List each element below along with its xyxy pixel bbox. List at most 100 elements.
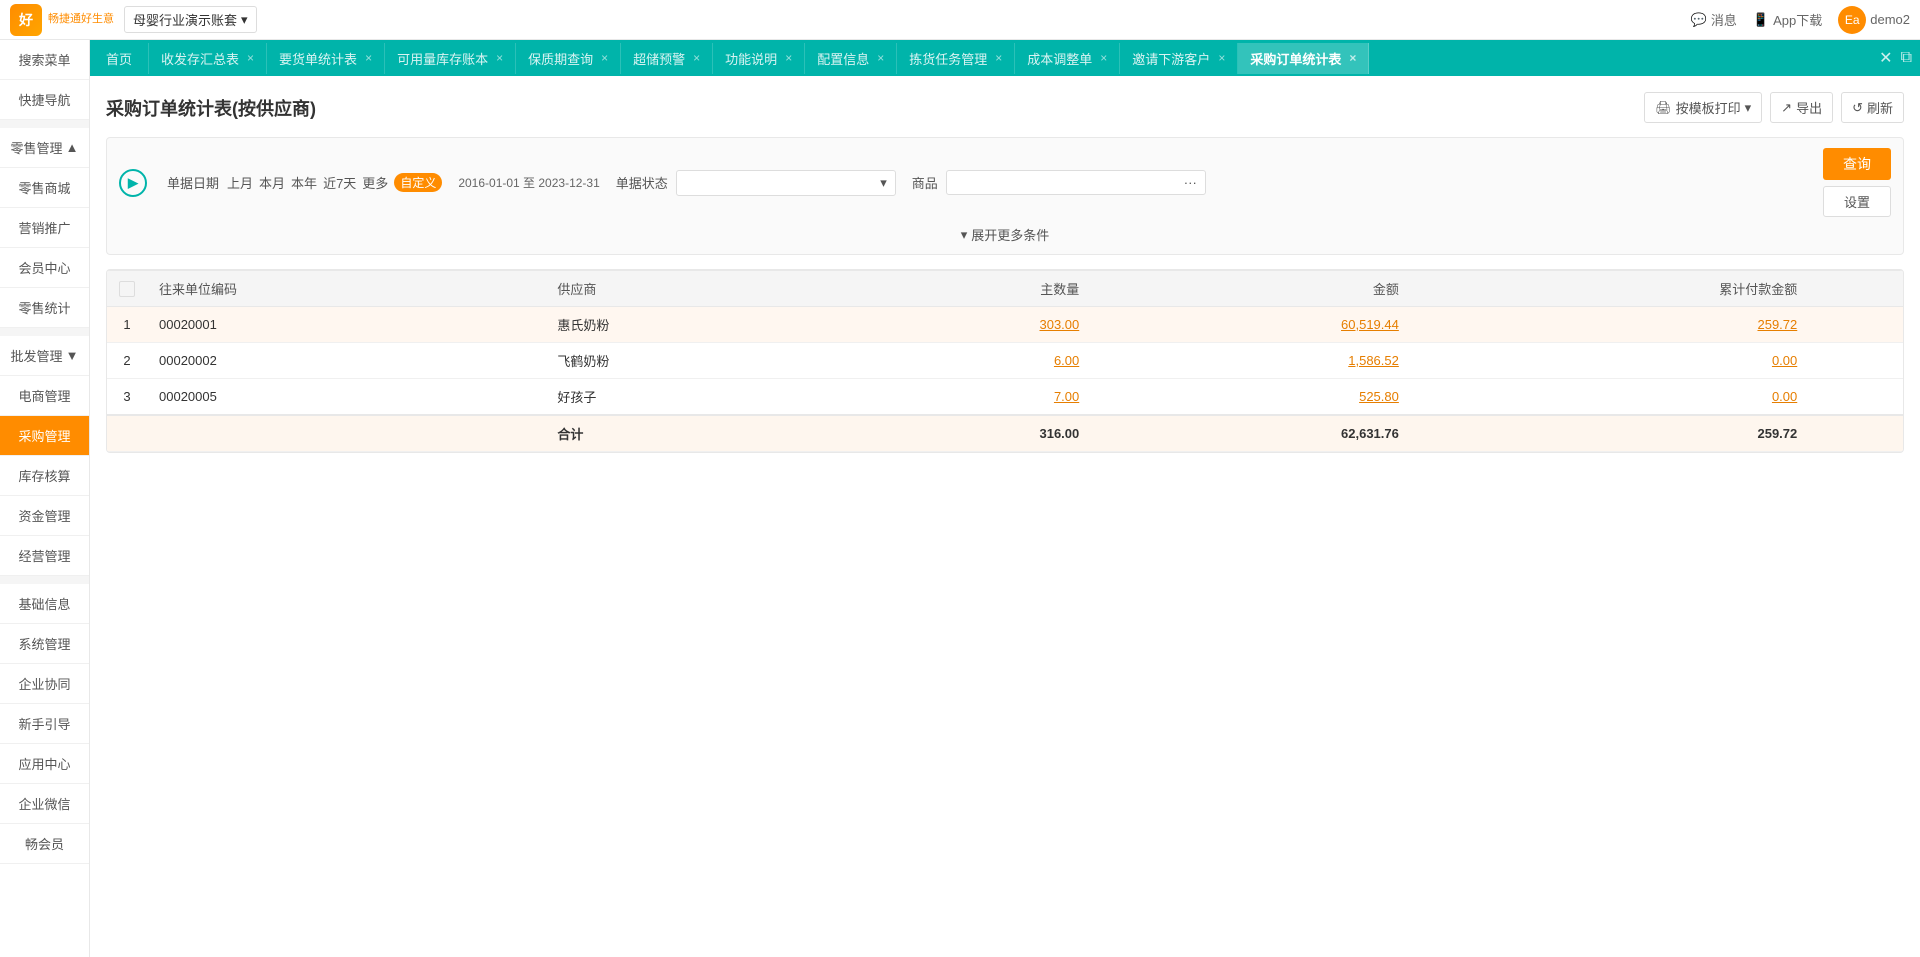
shortcut-more[interactable]: 更多 (362, 173, 388, 192)
sidebar-item-basic[interactable]: 基础信息 (0, 584, 89, 624)
row-paid[interactable]: 0.00 (1411, 343, 1809, 379)
footer-empty-2 (147, 415, 545, 452)
logo-icon: 好 (10, 4, 42, 36)
sidebar-item-inventory[interactable]: 库存核算 (0, 456, 89, 496)
tab-window-button[interactable]: ⧉ (1901, 49, 1912, 67)
sidebar-item-system[interactable]: 系统管理 (0, 624, 89, 664)
status-filter-label: 单据状态 (616, 173, 668, 192)
tab-collect-summary[interactable]: 收发存汇总表 × (149, 43, 267, 74)
row-code: 00020005 (147, 379, 545, 416)
header-checkbox[interactable] (119, 281, 135, 297)
table-footer-row: 合计 316.00 62,631.76 259.72 (107, 415, 1903, 452)
row-qty[interactable]: 7.00 (842, 379, 1091, 416)
tab-collect-summary-close[interactable]: × (247, 51, 254, 65)
sidebar-item-purchase[interactable]: 采购管理 (0, 416, 89, 456)
tab-close-all-button[interactable]: ✕ (1879, 48, 1892, 68)
tab-function-desc[interactable]: 功能说明 × (713, 43, 805, 74)
tab-pick-tasks[interactable]: 拣货任务管理 × (897, 43, 1015, 74)
sidebar-item-search[interactable]: 搜索菜单 (0, 40, 89, 80)
sidebar-item-retail-shop[interactable]: 零售商城 (0, 168, 89, 208)
user-area[interactable]: Ea demo2 (1838, 6, 1910, 34)
logo-text: 畅捷通好生意 (48, 13, 114, 26)
filter-goods-item: 商品 ··· (912, 170, 1206, 195)
table-row: 1 00020001 惠氏奶粉 303.00 60,519.44 259.72 (107, 307, 1903, 343)
row-code: 00020002 (147, 343, 545, 379)
sidebar-item-shortcuts[interactable]: 快捷导航 (0, 80, 89, 120)
tab-invite-downstream[interactable]: 邀请下游客户 × (1120, 43, 1238, 74)
workspace-selector[interactable]: 母婴行业演示账套 ▾ (124, 6, 257, 33)
data-table: 往来单位编码 供应商 主数量 金额 累计付款金额 1 00020001 惠氏奶粉 (107, 270, 1903, 452)
tab-cost-adjust-close[interactable]: × (1100, 51, 1107, 65)
message-icon: 💬 (1691, 12, 1707, 28)
row-extra (1809, 379, 1903, 416)
export-button[interactable]: ↗ 导出 (1770, 92, 1833, 123)
sidebar-item-retail[interactable]: 零售管理 ▲ (0, 128, 89, 168)
tab-config[interactable]: 配置信息 × (805, 43, 897, 74)
row-paid[interactable]: 259.72 (1411, 307, 1809, 343)
message-button[interactable]: 💬 消息 (1691, 10, 1737, 29)
shortcut-last-month[interactable]: 上月 (227, 173, 253, 192)
refresh-button[interactable]: ↺ 刷新 (1841, 92, 1904, 123)
tab-expiry-query-close[interactable]: × (601, 51, 608, 65)
export-icon: ↗ (1781, 100, 1792, 116)
shortcut-7days[interactable]: 近7天 (323, 173, 356, 192)
tab-function-desc-close[interactable]: × (785, 51, 792, 65)
sidebar-item-wechat[interactable]: 企业微信 (0, 784, 89, 824)
page-header: 采购订单统计表(按供应商) 🖨 按模板打印 ▾ ↗ 导出 ↺ (106, 92, 1904, 123)
date-shortcuts: 上月 本月 本年 近7天 更多 自定义 (227, 173, 442, 192)
tab-inventory-book-close[interactable]: × (496, 51, 503, 65)
sidebar-item-retail-stats[interactable]: 零售统计 (0, 288, 89, 328)
sidebar-item-members[interactable]: 会员中心 (0, 248, 89, 288)
sidebar-item-wholesale[interactable]: 批发管理 ▼ (0, 336, 89, 376)
shortcut-this-year[interactable]: 本年 (291, 173, 317, 192)
filter-toggle-button[interactable]: ▶ (119, 169, 147, 197)
tab-order-stats-close[interactable]: × (365, 51, 372, 65)
tab-invite-downstream-close[interactable]: × (1218, 51, 1225, 65)
tab-expiry-query-label: 保质期查询 (528, 49, 593, 68)
row-amount[interactable]: 1,586.52 (1091, 343, 1411, 379)
tab-home[interactable]: 首页 (90, 43, 149, 74)
tab-overstock[interactable]: 超储预警 × (621, 43, 713, 74)
shortcut-this-month[interactable]: 本月 (259, 173, 285, 192)
row-paid[interactable]: 0.00 (1411, 379, 1809, 416)
message-label: 消息 (1711, 10, 1737, 29)
footer-paid: 259.72 (1411, 415, 1809, 452)
row-qty[interactable]: 6.00 (842, 343, 1091, 379)
row-amount[interactable]: 525.80 (1091, 379, 1411, 416)
status-select[interactable]: ▾ (676, 170, 896, 196)
expand-more-button[interactable]: ▾ 展开更多条件 (119, 225, 1891, 244)
tab-overstock-close[interactable]: × (693, 51, 700, 65)
sidebar-item-ecommerce[interactable]: 电商管理 (0, 376, 89, 416)
search-button[interactable]: 查询 (1823, 148, 1891, 180)
sidebar-item-collab[interactable]: 企业协同 (0, 664, 89, 704)
row-qty[interactable]: 303.00 (842, 307, 1091, 343)
sidebar-item-vip[interactable]: 畅会员 (0, 824, 89, 864)
sidebar-item-finance[interactable]: 资金管理 (0, 496, 89, 536)
chevron-down-icon: ▾ (961, 227, 968, 243)
tab-config-close[interactable]: × (877, 51, 884, 65)
settings-button[interactable]: 设置 (1823, 186, 1891, 217)
tab-order-stats[interactable]: 要货单统计表 × (267, 43, 385, 74)
row-extra (1809, 307, 1903, 343)
goods-input[interactable]: ··· (946, 170, 1206, 195)
row-amount[interactable]: 60,519.44 (1091, 307, 1411, 343)
row-extra (1809, 343, 1903, 379)
sidebar-item-marketing[interactable]: 营销推广 (0, 208, 89, 248)
template-print-button[interactable]: 🖨 按模板打印 ▾ (1644, 92, 1762, 123)
tab-cost-adjust-label: 成本调整单 (1027, 49, 1092, 68)
tab-purchase-summary-close[interactable]: × (1349, 51, 1356, 65)
sidebar-item-ops[interactable]: 经营管理 (0, 536, 89, 576)
tab-expiry-query[interactable]: 保质期查询 × (516, 43, 621, 74)
tab-inventory-book[interactable]: 可用量库存账本 × (385, 43, 516, 74)
sidebar-item-newguide[interactable]: 新手引导 (0, 704, 89, 744)
app-download-button[interactable]: 📱 App下载 (1753, 10, 1822, 29)
tab-inventory-book-label: 可用量库存账本 (397, 49, 488, 68)
custom-date-badge[interactable]: 自定义 (394, 173, 442, 192)
tab-pick-tasks-close[interactable]: × (995, 51, 1002, 65)
footer-amount: 62,631.76 (1091, 415, 1411, 452)
sidebar-item-appcenter[interactable]: 应用中心 (0, 744, 89, 784)
user-avatar: Ea (1838, 6, 1866, 34)
tab-purchase-summary[interactable]: 采购订单统计表 × (1238, 43, 1369, 74)
tab-cost-adjust[interactable]: 成本调整单 × (1015, 43, 1120, 74)
main-layout: 搜索菜单 快捷导航 零售管理 ▲ 零售商城 营销推广 会员中心 零售统计 批发管… (0, 40, 1920, 957)
